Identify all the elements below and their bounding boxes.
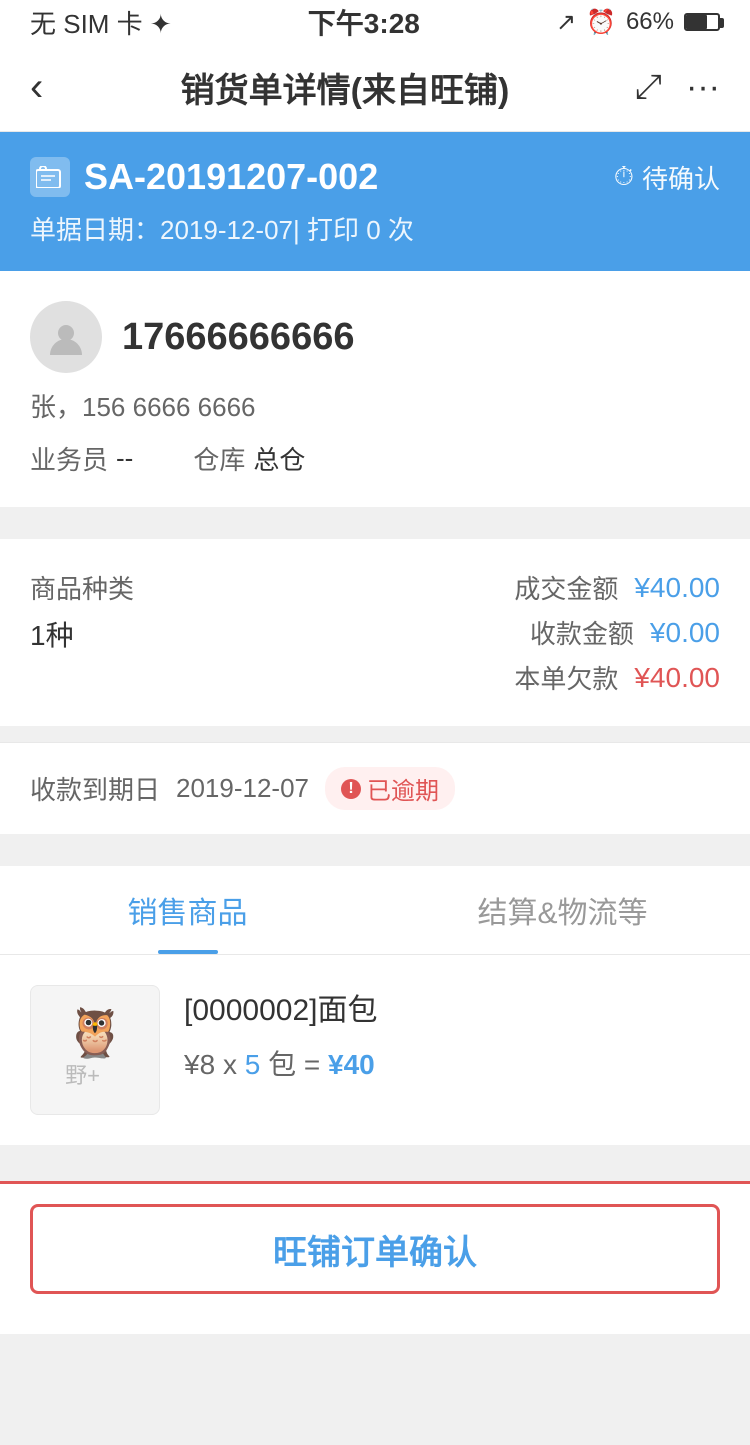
price-unit: 包 <box>268 1049 296 1080</box>
location-icon: ↗ <box>556 8 576 37</box>
tabs-container: 销售商品 结算&物流等 <box>0 866 750 955</box>
battery-icon <box>684 13 720 31</box>
bottom-bar: 旺铺订单确认 <box>0 1181 750 1334</box>
divider-3 <box>0 850 750 866</box>
customer-avatar <box>30 301 102 373</box>
product-card: 🦉 野+ [0000002]面包 ¥8 x 5 包 = ¥40 <box>0 955 750 1145</box>
order-date-info: 单据日期：2019-12-07| 打印 0 次 <box>30 210 720 247</box>
owed-label: 本单欠款 <box>514 659 618 696</box>
product-quantity: 5 <box>245 1049 261 1080</box>
salesperson-label: 业务员 <box>30 440 108 477</box>
order-status: ⏱ 待确认 <box>614 159 720 196</box>
sim-status: 无 SIM 卡 ✦ <box>30 4 172 41</box>
due-date-card: 收款到期日 2019-12-07 ! 已逾期 <box>0 743 750 834</box>
share-icon[interactable]: ⤢ <box>635 68 662 107</box>
received-value: ¥0.00 <box>650 617 720 649</box>
salesperson-value: -- <box>116 443 133 474</box>
nav-right-actions: ⤢ ··· <box>600 68 720 107</box>
transaction-label: 成交金额 <box>514 569 618 606</box>
more-icon[interactable]: ··· <box>686 68 720 107</box>
customer-phone: 17666666666 <box>122 316 354 359</box>
product-image: 🦉 野+ <box>30 985 160 1115</box>
price-times: x <box>223 1049 245 1080</box>
due-label: 收款到期日 <box>30 770 160 807</box>
due-date-value: 2019-12-07 <box>176 773 309 804</box>
clock-icon: ⏱ <box>614 161 634 193</box>
owed-value: ¥40.00 <box>634 662 720 694</box>
status-left: 无 SIM 卡 ✦ <box>30 4 172 41</box>
product-name: [0000002]面包 <box>184 985 720 1029</box>
battery-status: 66% <box>626 8 674 36</box>
product-info: [0000002]面包 ¥8 x 5 包 = ¥40 <box>184 985 720 1083</box>
confirm-order-button[interactable]: 旺铺订单确认 <box>30 1204 720 1294</box>
order-id: SA-20191207-002 <box>30 156 378 198</box>
tab-underline <box>158 950 218 954</box>
warehouse-label: 仓库 <box>193 440 245 477</box>
customer-card: 17666666666 张，156 6666 6666 业务员 -- 仓库 总仓 <box>0 271 750 507</box>
price-equals: = <box>304 1049 328 1080</box>
product-type-label: 商品种类 <box>30 569 134 606</box>
summary-card: 商品种类 1种 成交金额 ¥40.00 收款金额 ¥0.00 本单欠款 ¥40.… <box>0 539 750 726</box>
tab-sales-products[interactable]: 销售商品 <box>0 866 375 954</box>
received-row: 收款金额 ¥0.00 <box>530 614 720 651</box>
summary-right: 成交金额 ¥40.00 收款金额 ¥0.00 本单欠款 ¥40.00 <box>514 569 720 696</box>
overdue-icon: ! <box>341 779 361 799</box>
back-button[interactable]: ‹ <box>30 65 90 110</box>
customer-meta: 业务员 -- 仓库 总仓 <box>30 440 720 477</box>
overdue-text: 已逾期 <box>367 771 439 806</box>
warehouse-value: 总仓 <box>253 440 305 477</box>
alarm-icon: ⏰ <box>586 8 616 37</box>
nav-bar: ‹ 销货单详情(来自旺铺) ⤢ ··· <box>0 44 750 132</box>
status-time: 下午3:28 <box>308 2 420 42</box>
overdue-badge: ! 已逾期 <box>325 767 455 810</box>
salesperson-info: 业务员 -- <box>30 440 133 477</box>
owed-row: 本单欠款 ¥40.00 <box>514 659 720 696</box>
divider-1 <box>0 523 750 539</box>
order-icon <box>30 157 70 197</box>
status-right: ↗ ⏰ 66% <box>556 8 720 37</box>
product-type-value: 1种 <box>30 614 134 654</box>
product-price: ¥8 x 5 包 = ¥40 <box>184 1043 720 1083</box>
tab-settlement-logistics[interactable]: 结算&物流等 <box>375 866 750 954</box>
transaction-value: ¥40.00 <box>634 572 720 604</box>
transaction-row: 成交金额 ¥40.00 <box>514 569 720 606</box>
status-bar: 无 SIM 卡 ✦ 下午3:28 ↗ ⏰ 66% <box>0 0 750 44</box>
order-header-card: SA-20191207-002 ⏱ 待确认 单据日期：2019-12-07| 打… <box>0 132 750 271</box>
summary-left: 商品种类 1种 <box>30 569 134 654</box>
product-placeholder: 🦉 野+ <box>65 1010 125 1090</box>
price-per-unit: ¥8 <box>184 1049 215 1080</box>
customer-name: 张，156 6666 6666 <box>30 387 720 424</box>
product-total: ¥40 <box>328 1049 375 1080</box>
received-label: 收款金额 <box>530 614 634 651</box>
warehouse-info: 仓库 总仓 <box>193 440 305 477</box>
tabs: 销售商品 结算&物流等 <box>0 866 750 954</box>
page-title: 销货单详情(来自旺铺) <box>90 63 600 112</box>
